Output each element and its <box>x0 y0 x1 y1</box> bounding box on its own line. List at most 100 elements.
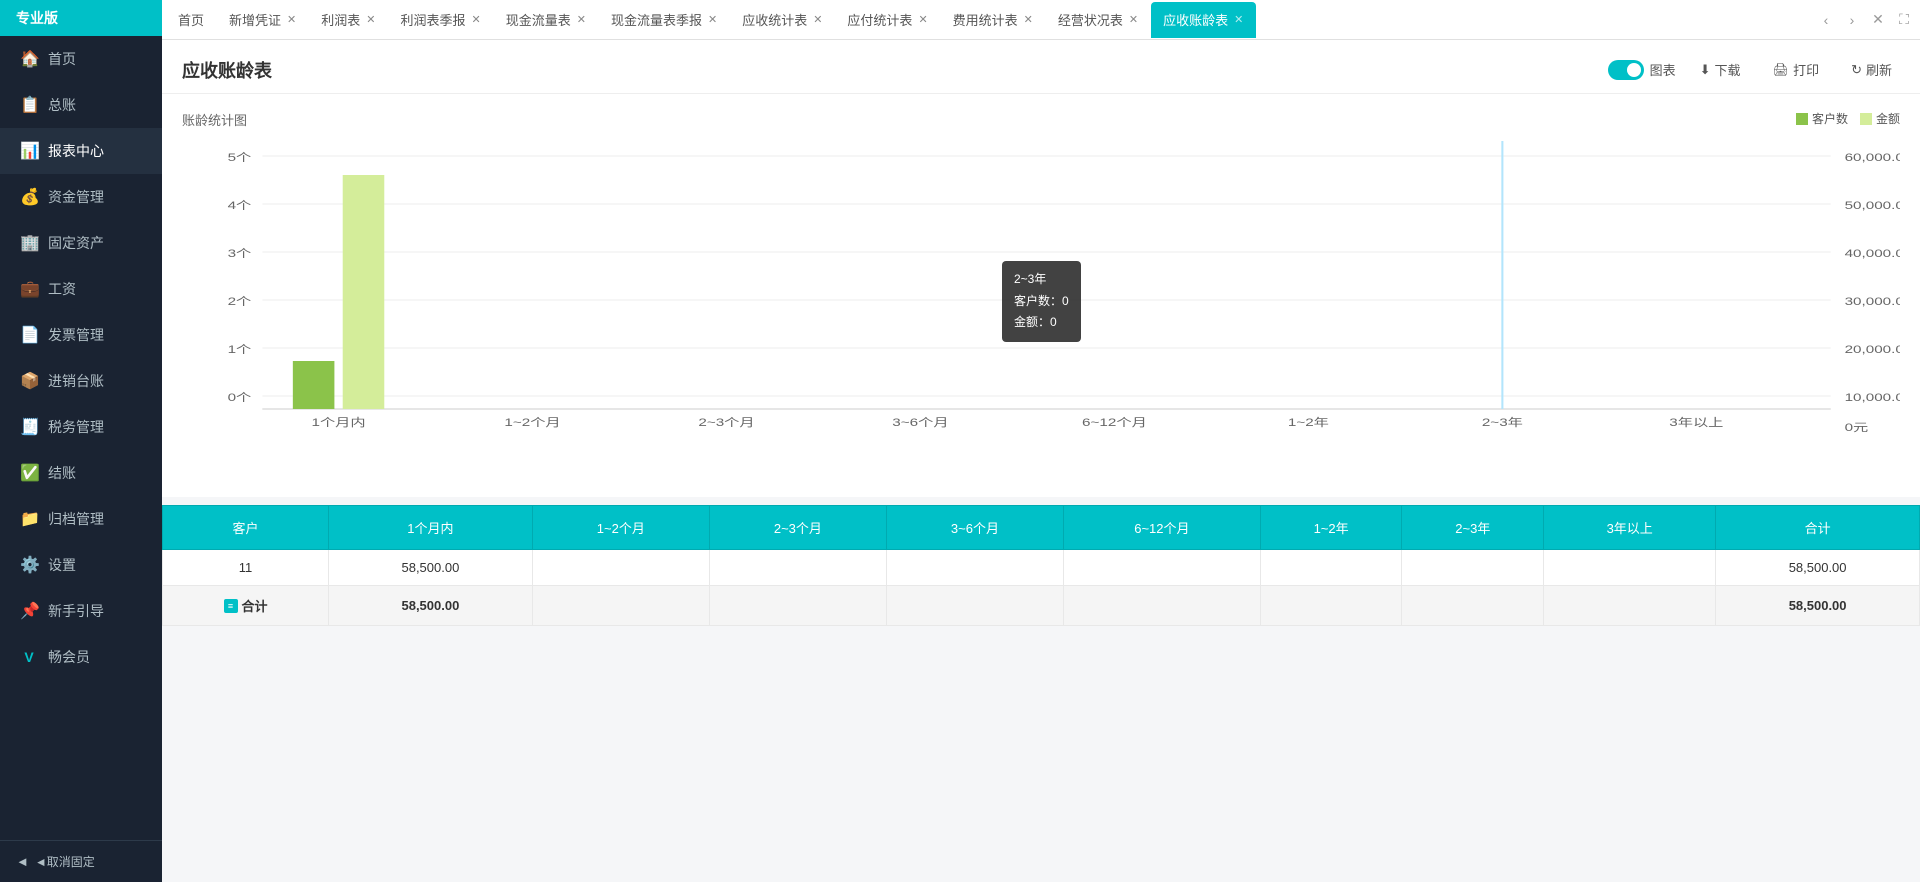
sidebar-item-archive[interactable]: 📁 归档管理 <box>0 496 162 542</box>
sidebar-label-tax: 税务管理 <box>48 417 104 437</box>
sidebar-label-funds: 资金管理 <box>48 187 104 207</box>
legend-amount-label: 金额 <box>1876 110 1900 127</box>
tab-cashflow-quarter-close[interactable]: ✕ <box>708 13 717 26</box>
svg-text:60,000.00元: 60,000.00元 <box>1845 151 1900 163</box>
tab-voucher[interactable]: 新增凭证 ✕ <box>217 2 309 38</box>
tab-profit-quarter[interactable]: 利润表季报 ✕ <box>388 2 493 38</box>
total-total: 58,500.00 <box>1716 586 1920 626</box>
tab-expense-stat-label: 费用统计表 <box>953 10 1018 29</box>
chart-toggle-switch[interactable] <box>1608 60 1644 80</box>
tab-nav-prev[interactable]: ‹ <box>1814 8 1838 32</box>
pin-toggle[interactable]: ◄ ◄取消固定 <box>0 840 162 882</box>
download-icon: ⬇ <box>1700 62 1711 78</box>
refresh-button[interactable]: ↻ 刷新 <box>1843 56 1900 83</box>
svg-text:1~2年: 1~2年 <box>1288 416 1329 428</box>
total-customer-cell: ≡ 合计 <box>163 586 329 626</box>
total-y2-3 <box>1402 586 1544 626</box>
total-m1-2 <box>532 586 709 626</box>
th-m6-12: 6~12个月 <box>1064 506 1261 550</box>
sidebar-label-ledger: 总账 <box>48 95 76 115</box>
sidebar-item-closing[interactable]: ✅ 结账 <box>0 450 162 496</box>
sidebar-item-purchase[interactable]: 📦 进销台账 <box>0 358 162 404</box>
cell-total: 58,500.00 <box>1716 550 1920 586</box>
th-m3-6: 3~6个月 <box>886 506 1063 550</box>
sidebar-item-invoice[interactable]: 📄 发票管理 <box>0 312 162 358</box>
legend-customer: 客户数 <box>1796 110 1848 127</box>
chart-title: 账龄统计图 <box>182 110 1900 129</box>
svg-text:2个: 2个 <box>228 295 252 307</box>
tab-expense-stat-close[interactable]: ✕ <box>1024 13 1033 26</box>
download-label: 下载 <box>1715 60 1741 79</box>
tab-profit-close[interactable]: ✕ <box>366 13 375 26</box>
sidebar-item-funds[interactable]: 💰 资金管理 <box>0 174 162 220</box>
tab-home[interactable]: 首页 <box>166 2 217 38</box>
tab-business-stat-close[interactable]: ✕ <box>1129 13 1138 26</box>
tab-voucher-close[interactable]: ✕ <box>287 13 296 26</box>
tab-receivable-stat[interactable]: 应收统计表 ✕ <box>730 2 835 38</box>
sidebar-item-home[interactable]: 🏠 首页 <box>0 36 162 82</box>
tab-cashflow-quarter[interactable]: 现金流量表季报 ✕ <box>599 2 730 38</box>
legend-customer-label: 客户数 <box>1812 110 1848 127</box>
tab-profit-quarter-close[interactable]: ✕ <box>472 13 481 26</box>
invoice-icon: 📄 <box>20 325 38 345</box>
sidebar-item-vip[interactable]: V 畅会员 <box>0 634 162 680</box>
sidebar-item-reports[interactable]: 📊 报表中心 <box>0 128 162 174</box>
svg-text:5个: 5个 <box>228 151 252 163</box>
svg-text:0个: 0个 <box>228 391 252 403</box>
tab-receivable-stat-close[interactable]: ✕ <box>813 13 822 26</box>
bar-amount-1 <box>343 175 385 409</box>
svg-text:3个: 3个 <box>228 247 252 259</box>
chart-toggle[interactable]: 图表 <box>1608 60 1676 80</box>
total-y1-2 <box>1260 586 1402 626</box>
cell-y1-2 <box>1260 550 1402 586</box>
cell-m6-12 <box>1064 550 1261 586</box>
print-label: 打印 <box>1793 60 1819 79</box>
chart-legend: 客户数 金额 <box>1796 110 1900 127</box>
svg-text:0元: 0元 <box>1845 421 1869 433</box>
sidebar-item-guide[interactable]: 📌 新手引导 <box>0 588 162 634</box>
th-y1-2: 1~2年 <box>1260 506 1402 550</box>
tab-nav-next[interactable]: › <box>1840 8 1864 32</box>
tab-profit-label: 利润表 <box>321 10 360 29</box>
th-y2-3: 2~3年 <box>1402 506 1544 550</box>
data-table: 客户 1个月内 1~2个月 2~3个月 3~6个月 6~12个月 1~2年 2~… <box>162 505 1920 626</box>
tab-profit[interactable]: 利润表 ✕ <box>309 2 388 38</box>
total-m2-3 <box>709 586 886 626</box>
tab-expand[interactable]: ⛶ <box>1892 8 1916 32</box>
sidebar-label-reports: 报表中心 <box>48 141 104 161</box>
tab-aging[interactable]: 应收账龄表 ✕ <box>1151 2 1256 38</box>
vip-icon: V <box>20 649 38 665</box>
funds-icon: 💰 <box>20 187 38 207</box>
download-button[interactable]: ⬇ 下载 <box>1692 56 1749 83</box>
svg-text:2~3个月: 2~3个月 <box>698 416 754 428</box>
chart-svg: 5个 4个 3个 2个 1个 0个 60,000.00元 50,000.00元 … <box>182 141 1900 451</box>
sidebar-item-settings[interactable]: ⚙️ 设置 <box>0 542 162 588</box>
tab-payable-stat-label: 应付统计表 <box>847 10 912 29</box>
print-icon: 🖨 <box>1773 62 1790 78</box>
page-actions: 图表 ⬇ 下载 🖨 打印 ↻ 刷新 <box>1608 56 1900 83</box>
tab-payable-stat[interactable]: 应付统计表 ✕ <box>835 2 940 38</box>
tab-home-label: 首页 <box>178 10 204 29</box>
legend-amount-dot <box>1860 113 1872 125</box>
refresh-label: 刷新 <box>1866 60 1892 79</box>
print-button[interactable]: 🖨 打印 <box>1765 56 1828 83</box>
tab-cashflow[interactable]: 现金流量表 ✕ <box>494 2 599 38</box>
sidebar-item-tax[interactable]: 🧾 税务管理 <box>0 404 162 450</box>
tab-business-stat[interactable]: 经营状况表 ✕ <box>1046 2 1151 38</box>
tab-close-all[interactable]: ✕ <box>1866 8 1890 32</box>
guide-icon: 📌 <box>20 601 38 621</box>
svg-text:2~3年: 2~3年 <box>1482 416 1523 428</box>
sidebar-item-ledger[interactable]: 📋 总账 <box>0 82 162 128</box>
purchase-icon: 📦 <box>20 371 38 391</box>
tab-cashflow-close[interactable]: ✕ <box>577 13 586 26</box>
sidebar-item-assets[interactable]: 🏢 固定资产 <box>0 220 162 266</box>
svg-text:3年以上: 3年以上 <box>1669 416 1723 428</box>
home-icon: 🏠 <box>20 49 38 69</box>
tab-payable-stat-close[interactable]: ✕ <box>918 13 927 26</box>
sidebar-label-closing: 结账 <box>48 463 76 483</box>
tab-aging-close[interactable]: ✕ <box>1234 13 1243 26</box>
sidebar-item-salary[interactable]: 💼 工资 <box>0 266 162 312</box>
svg-text:6~12个月: 6~12个月 <box>1082 416 1147 428</box>
svg-text:10,000.00元: 10,000.00元 <box>1845 391 1900 403</box>
tab-expense-stat[interactable]: 费用统计表 ✕ <box>941 2 1046 38</box>
